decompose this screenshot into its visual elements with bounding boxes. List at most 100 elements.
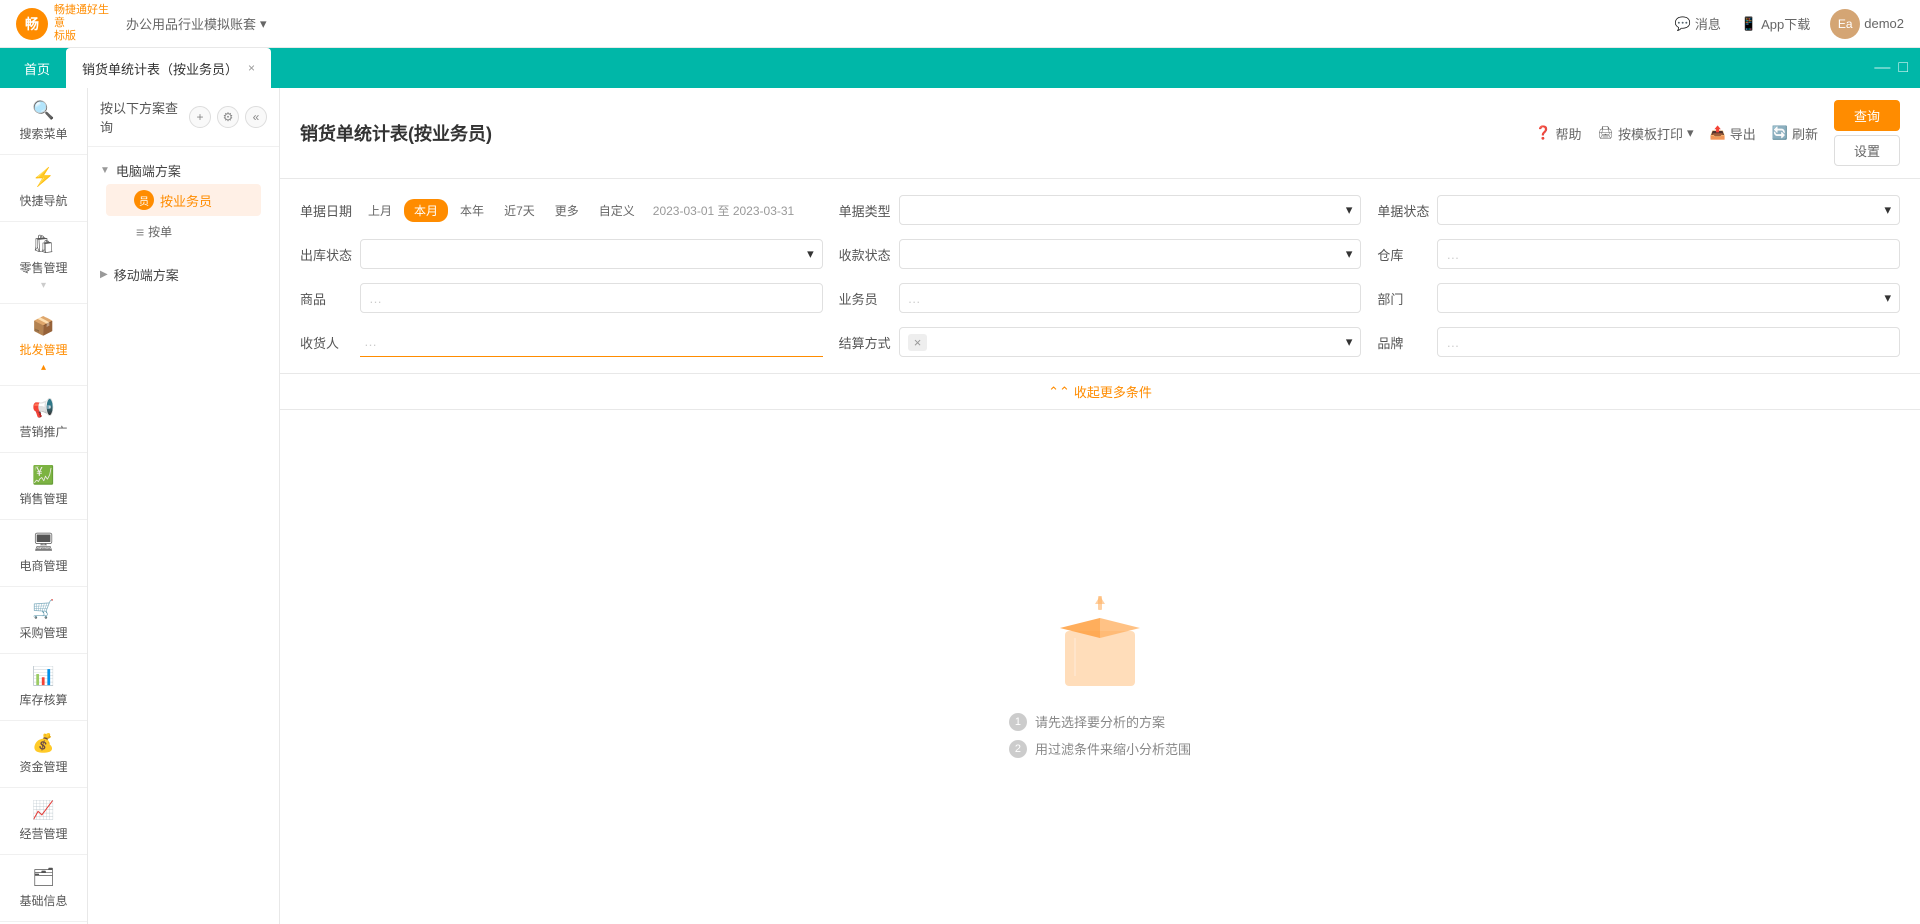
scheme-avatar-salesperson: 员 xyxy=(134,190,154,210)
scheme-group-mobile-title[interactable]: ▶ 移动端方案 xyxy=(100,265,267,284)
user-action[interactable]: Ea demo2 xyxy=(1830,9,1904,39)
product-label: 商品 xyxy=(300,289,352,308)
basic-icon: 🗂 xyxy=(32,867,55,888)
export-button[interactable]: 📤 导出 xyxy=(1710,124,1756,143)
filter-field-date: 单据日期 上月 本月 本年 近7天 更多 自定义 2023-03-01 至 20… xyxy=(300,199,823,222)
warehouse-dots: … xyxy=(1446,247,1459,262)
filter-field-doc-type: 单据类型 xyxy=(839,195,1362,225)
settings-scheme-button[interactable]: ⚙ xyxy=(217,106,239,128)
purchase-icon: 🛒 xyxy=(32,599,54,620)
sidebar-item-search[interactable]: 🔍 搜索菜单 xyxy=(0,88,87,155)
receiver-input[interactable]: … xyxy=(360,327,823,357)
doc-status-label: 单据状态 xyxy=(1377,201,1429,220)
tab-active[interactable]: 销货单统计表（按业务员） × xyxy=(66,48,271,88)
refresh-button[interactable]: 🔄 刷新 xyxy=(1772,124,1818,143)
workspace-dropdown[interactable]: 办公用品行业模拟账套 xyxy=(126,14,267,33)
payment-status-input[interactable] xyxy=(899,239,1362,269)
filter-field-settlement: 结算方式 × xyxy=(839,327,1362,357)
date-tab-this-year[interactable]: 本年 xyxy=(452,199,492,222)
doc-status-input[interactable] xyxy=(1437,195,1900,225)
date-range-display: 2023-03-01 至 2023-03-31 xyxy=(653,202,794,219)
app-download-action[interactable]: 📱 App下载 xyxy=(1741,14,1810,33)
content-area: 按以下方案查询 + ⚙ « ▼ 电脑端方案 员 按业务员 xyxy=(88,88,1920,924)
filter-field-warehouse: 仓库 … xyxy=(1377,239,1900,269)
brand-dots: … xyxy=(1446,335,1459,350)
settings-button[interactable]: 设置 xyxy=(1834,135,1900,166)
collapse-bar[interactable]: ⌃⌃ 收起更多条件 xyxy=(280,374,1920,410)
brand-input[interactable]: … xyxy=(1437,327,1900,357)
logo-area[interactable]: 畅 畅捷通好生意 标版 xyxy=(16,4,114,44)
date-tab-this-month[interactable]: 本月 xyxy=(404,199,448,222)
marketing-icon: 📢 xyxy=(32,398,54,419)
date-tabs: 上月 本月 本年 近7天 更多 自定义 xyxy=(360,199,643,222)
sidebar-item-retail[interactable]: 🛍 零售管理 xyxy=(0,222,87,304)
collapse-scheme-button[interactable]: « xyxy=(245,106,267,128)
date-filter: 上月 本月 本年 近7天 更多 自定义 2023-03-01 至 2023-03… xyxy=(360,199,823,222)
tab-close-icon[interactable]: × xyxy=(248,61,255,75)
warehouse-label: 仓库 xyxy=(1377,245,1429,264)
payment-status-chevron xyxy=(1346,246,1353,262)
brand-label: 品牌 xyxy=(1377,333,1429,352)
date-tab-custom[interactable]: 自定义 xyxy=(591,199,643,222)
add-scheme-button[interactable]: + xyxy=(189,106,211,128)
sidebar-item-purchase[interactable]: 🛒 采购管理 xyxy=(0,587,87,654)
hint-num-2: 2 xyxy=(1009,740,1027,758)
salesperson-input[interactable]: … xyxy=(899,283,1362,313)
sidebar-item-basic[interactable]: 🗂 基础信息 xyxy=(0,855,87,922)
doc-type-input[interactable] xyxy=(899,195,1362,225)
receiver-dots: … xyxy=(364,334,377,349)
settlement-input[interactable]: × xyxy=(899,327,1362,357)
scheme-subitem-by-order[interactable]: ≡ 按单 xyxy=(100,218,267,245)
scheme-tree: ▼ 电脑端方案 员 按业务员 ≡ 按单 ▶ 移动端方案 xyxy=(88,147,279,302)
help-button[interactable]: ❓ 帮助 xyxy=(1535,124,1581,143)
sidebar-item-quicknav[interactable]: ⚡ 快捷导航 xyxy=(0,155,87,222)
department-chevron xyxy=(1884,290,1891,306)
header-right-actions: ❓ 帮助 🖨 按模板打印 📤 导出 🔄 刷新 xyxy=(1535,100,1900,166)
sidebar-item-ecommerce[interactable]: 🖥 电商管理 xyxy=(0,520,87,587)
print-dropdown-icon xyxy=(1687,125,1694,141)
query-button[interactable]: 查询 xyxy=(1834,100,1900,131)
scheme-item-by-salesperson[interactable]: 员 按业务员 xyxy=(106,184,261,216)
page-title: 销货单统计表(按业务员) xyxy=(300,120,492,146)
sidebar-item-inventory[interactable]: 📊 库存核算 xyxy=(0,654,87,721)
maximize-button[interactable]: □ xyxy=(1898,59,1908,77)
date-tab-more[interactable]: 更多 xyxy=(547,199,587,222)
out-status-input[interactable] xyxy=(360,239,823,269)
template-print-button[interactable]: 🖨 按模板打印 xyxy=(1598,124,1694,143)
warehouse-input[interactable]: … xyxy=(1437,239,1900,269)
sidebar-item-marketing[interactable]: 📢 营销推广 xyxy=(0,386,87,453)
message-action[interactable]: 💬 消息 xyxy=(1675,14,1721,33)
department-input[interactable] xyxy=(1437,283,1900,313)
filter-field-receiver: 收货人 … xyxy=(300,327,823,357)
filter-field-doc-status: 单据状态 xyxy=(1377,195,1900,225)
app-download-icon: 📱 xyxy=(1741,16,1757,32)
tabbar-actions: — □ xyxy=(1874,59,1920,77)
tab-home[interactable]: 首页 xyxy=(8,48,66,88)
filter-field-product: 商品 … xyxy=(300,283,823,313)
operations-icon: 📈 xyxy=(32,800,54,821)
date-tab-7days[interactable]: 近7天 xyxy=(496,199,543,222)
settlement-clear-icon[interactable]: × xyxy=(914,335,922,350)
sidebar-item-wholesale[interactable]: 📦 批发管理 xyxy=(0,304,87,386)
date-tab-last-month[interactable]: 上月 xyxy=(360,199,400,222)
out-status-label: 出库状态 xyxy=(300,245,352,264)
doc-status-chevron xyxy=(1884,202,1891,218)
sidebar-item-sales[interactable]: 💹 销售管理 xyxy=(0,453,87,520)
minimize-button[interactable]: — xyxy=(1874,59,1890,77)
doc-type-chevron xyxy=(1346,202,1353,218)
filter-row-2: 出库状态 收款状态 仓库 xyxy=(300,239,1900,269)
group-mobile-arrow: ▶ xyxy=(100,269,108,280)
collapse-up-icon: ⌃⌃ xyxy=(1048,384,1070,400)
salesperson-label: 业务员 xyxy=(839,289,891,308)
ecommerce-icon: 🖥 xyxy=(32,532,55,553)
refresh-icon: 🔄 xyxy=(1772,125,1788,141)
sidebar-item-operations[interactable]: 📈 经营管理 xyxy=(0,788,87,855)
empty-hints: 1 请先选择要分析的方案 2 用过滤条件来缩小分析范围 xyxy=(1009,712,1191,758)
group-desktop-arrow: ▼ xyxy=(100,165,110,176)
sidebar-item-finance[interactable]: 💰 资金管理 xyxy=(0,721,87,788)
filter-field-out-status: 出库状态 xyxy=(300,239,823,269)
product-input[interactable]: … xyxy=(360,283,823,313)
sidebar: 🔍 搜索菜单 ⚡ 快捷导航 🛍 零售管理 📦 批发管理 📢 营销推广 💹 销售管… xyxy=(0,88,88,924)
scheme-group-desktop-title[interactable]: ▼ 电脑端方案 xyxy=(100,161,267,180)
empty-hint-2: 2 用过滤条件来缩小分析范围 xyxy=(1009,739,1191,758)
